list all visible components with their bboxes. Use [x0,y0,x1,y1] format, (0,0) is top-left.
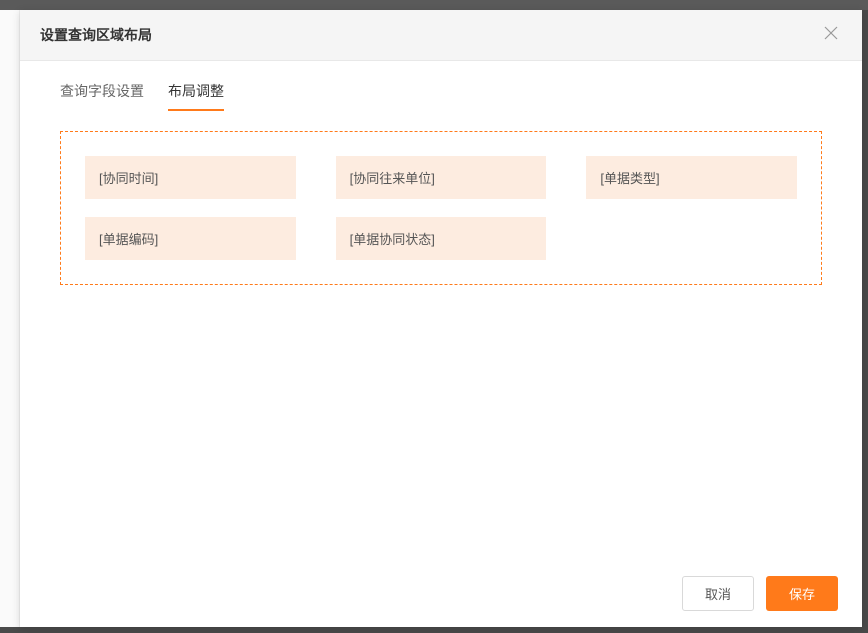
tabs-container: 查询字段设置 布局调整 [60,81,822,111]
layout-drop-area[interactable]: [协同时间] [协同往来单位] [单据类型] [单据编码] [单据协同状态] [60,131,822,285]
field-item-collab-unit[interactable]: [协同往来单位] [336,156,547,199]
field-label: [协同往来单位] [350,171,435,186]
field-label: [单据编码] [99,232,158,247]
modal-footer: 取消 保存 [20,560,862,627]
layout-grid: [协同时间] [协同往来单位] [单据类型] [单据编码] [单据协同状态] [85,156,797,260]
close-icon [824,26,838,40]
close-button[interactable] [820,22,842,48]
field-label: [单据类型] [600,171,659,186]
layout-settings-modal: 设置查询区域布局 查询字段设置 布局调整 [协同时间] [协同往来单位] [20,10,862,627]
tab-layout-adjust[interactable]: 布局调整 [168,81,224,111]
background-top-bar [0,0,868,10]
save-button[interactable]: 保存 [766,576,838,611]
field-item-doc-collab-status[interactable]: [单据协同状态] [336,217,547,260]
field-item-doc-type[interactable]: [单据类型] [586,156,797,199]
field-label: [协同时间] [99,171,158,186]
modal-title: 设置查询区域布局 [40,25,152,45]
field-item-collab-time[interactable]: [协同时间] [85,156,296,199]
field-label: [单据协同状态] [350,232,435,247]
modal-body: 查询字段设置 布局调整 [协同时间] [协同往来单位] [单据类型] [单据编码… [20,61,862,560]
modal-header: 设置查询区域布局 [20,10,862,61]
field-item-doc-code[interactable]: [单据编码] [85,217,296,260]
cancel-button[interactable]: 取消 [682,576,754,611]
tab-query-field-settings[interactable]: 查询字段设置 [60,81,144,111]
background-left-panel [0,10,20,627]
